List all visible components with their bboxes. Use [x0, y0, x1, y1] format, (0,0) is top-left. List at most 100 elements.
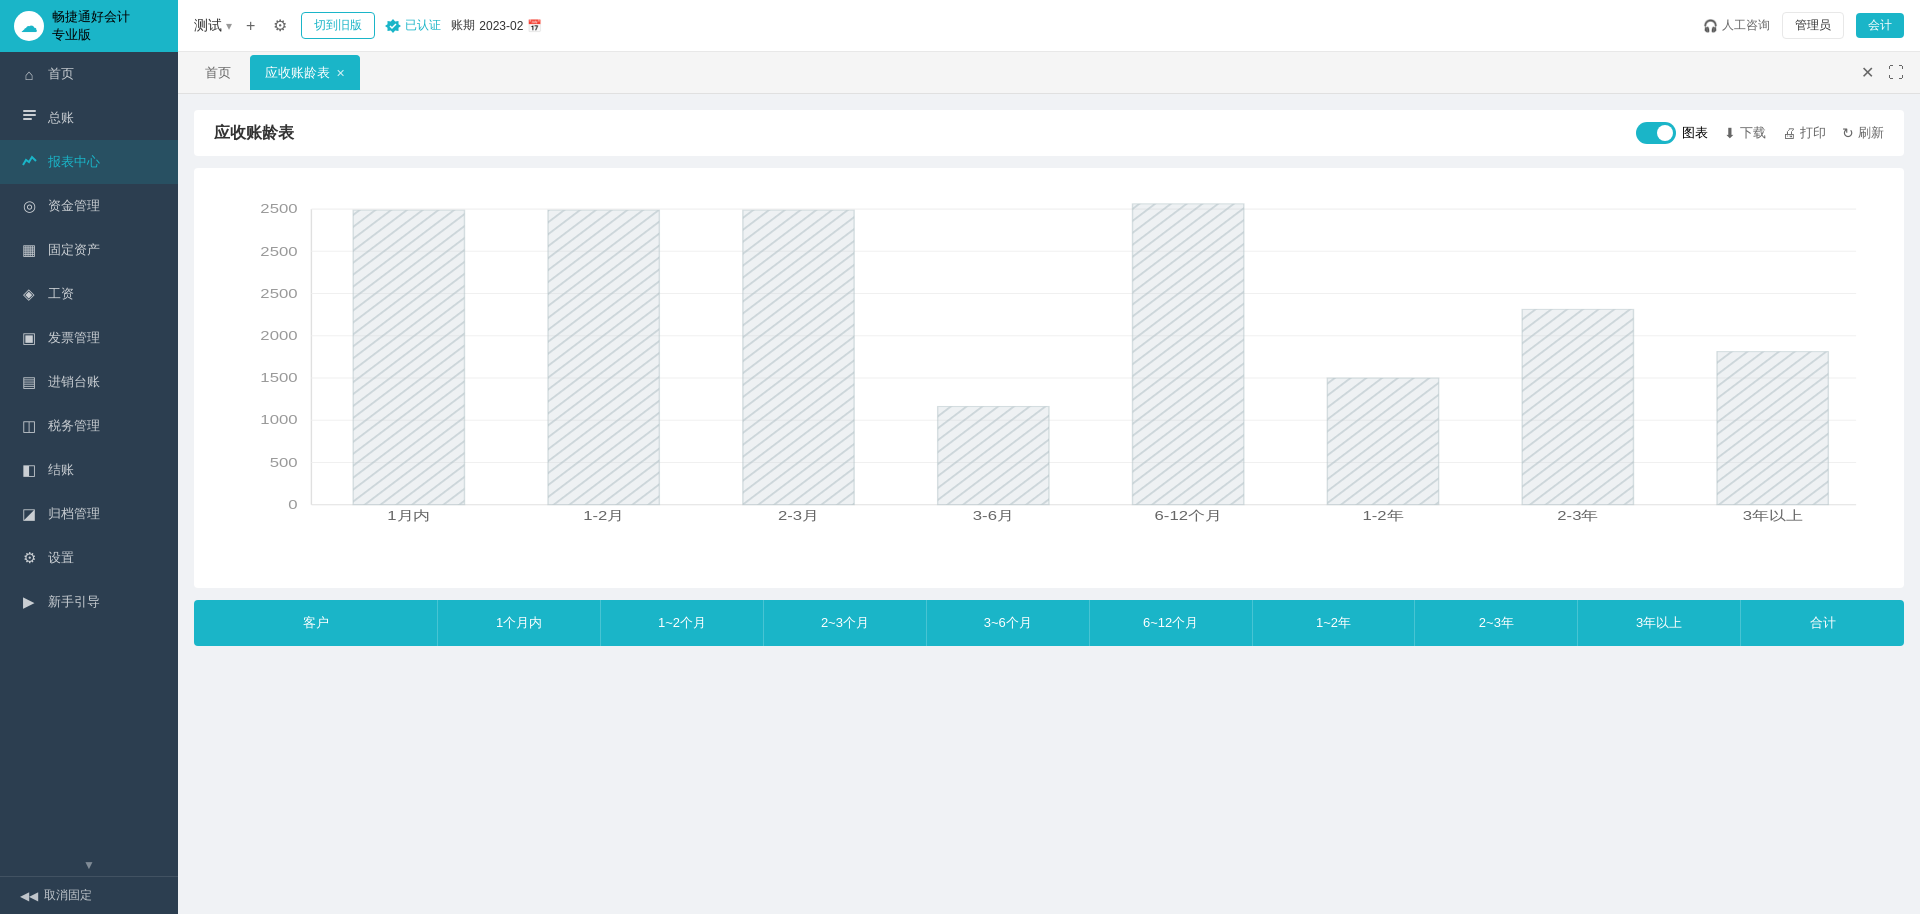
refresh-icon: ↻ — [1842, 125, 1854, 141]
col-1-2month: 1~2个月 — [601, 600, 764, 646]
sidebar-item-tax[interactable]: ◫ 税务管理 — [0, 404, 178, 448]
page-actions: 图表 ⬇ 下载 🖨 打印 ↻ 刷新 — [1636, 122, 1884, 144]
home-icon: ⌂ — [20, 66, 38, 83]
settings-button[interactable]: ⚙ — [269, 12, 291, 39]
svg-rect-0 — [23, 110, 36, 112]
print-button[interactable]: 🖨 打印 — [1782, 124, 1826, 142]
sidebar-item-label: 固定资产 — [48, 241, 100, 259]
sidebar-nav: ⌂ 首页 总账 报表中心 ◎ 资金管理 — [0, 52, 178, 854]
page-header: 应收账龄表 图表 ⬇ 下载 🖨 打印 ↻ — [194, 110, 1904, 156]
scroll-down-indicator[interactable]: ▼ — [0, 854, 178, 876]
col-3year-plus: 3年以上 — [1578, 600, 1741, 646]
sidebar-item-assets[interactable]: ▦ 固定资产 — [0, 228, 178, 272]
role-button[interactable]: 会计 — [1856, 13, 1904, 38]
period-value: 2023-02 — [479, 19, 523, 33]
svg-text:1-2月: 1-2月 — [583, 509, 624, 523]
svg-text:2500: 2500 — [260, 202, 297, 216]
refresh-button[interactable]: ↻ 刷新 — [1842, 124, 1884, 142]
close-window-button[interactable]: ✕ — [1857, 59, 1878, 86]
sidebar-item-label: 报表中心 — [48, 153, 100, 171]
headset-icon: 🎧 — [1703, 19, 1718, 33]
col-1-2year: 1~2年 — [1253, 600, 1416, 646]
download-label: 下载 — [1740, 124, 1766, 142]
tab-aging[interactable]: 应收账龄表 ✕ — [250, 55, 360, 90]
tab-home[interactable]: 首页 — [190, 55, 246, 90]
maximize-window-button[interactable]: ⛶ — [1884, 59, 1908, 86]
page-container: 应收账龄表 图表 ⬇ 下载 🖨 打印 ↻ — [178, 94, 1920, 914]
bar-2-3month — [743, 210, 854, 505]
sidebar-item-guide[interactable]: ▶ 新手引导 — [0, 580, 178, 624]
company-dropdown-arrow: ▾ — [226, 19, 232, 33]
col-1month: 1个月内 — [438, 600, 601, 646]
sidebar-item-label: 资金管理 — [48, 197, 100, 215]
sidebar-item-label: 结账 — [48, 461, 74, 479]
invoice-icon: ▣ — [20, 329, 38, 347]
bar-chart: 2500 2500 2500 2000 1500 1000 500 0 — [214, 188, 1884, 568]
sidebar-item-label: 进销台账 — [48, 373, 100, 391]
sidebar-item-label: 税务管理 — [48, 417, 100, 435]
scroll-down-arrow: ▼ — [83, 858, 95, 872]
payroll-icon: ◈ — [20, 285, 38, 303]
period-display: 账期 2023-02 📅 — [451, 17, 542, 34]
service-button[interactable]: 🎧 人工咨询 — [1703, 17, 1770, 34]
sidebar-item-label: 发票管理 — [48, 329, 100, 347]
calendar-icon[interactable]: 📅 — [527, 19, 542, 33]
table-container: 客户 1个月内 1~2个月 2~3个月 3~6个月 6~12个月 1~2年 2~… — [194, 600, 1904, 646]
sidebar-item-sales[interactable]: ▤ 进销台账 — [0, 360, 178, 404]
topbar: 测试 ▾ + ⚙ 切到旧版 已认证 账期 2023-02 📅 🎧 人工咨询 管理… — [178, 0, 1920, 52]
svg-text:2000: 2000 — [260, 329, 297, 343]
bar-2-3year — [1522, 309, 1633, 504]
content-area: 应收账龄表 图表 ⬇ 下载 🖨 打印 ↻ — [178, 94, 1920, 914]
svg-text:6-12个月: 6-12个月 — [1155, 509, 1222, 523]
cancel-fixed-label: 取消固定 — [44, 887, 92, 904]
svg-text:1-2年: 1-2年 — [1362, 509, 1403, 523]
sidebar-item-reports[interactable]: 报表中心 — [0, 140, 178, 184]
chart-toggle-label: 图表 — [1682, 124, 1708, 142]
sidebar-item-ledger[interactable]: 总账 — [0, 96, 178, 140]
sales-icon: ▤ — [20, 373, 38, 391]
svg-text:500: 500 — [270, 456, 298, 470]
svg-rect-2 — [23, 118, 32, 120]
switch-old-version-button[interactable]: 切到旧版 — [301, 12, 375, 39]
chart-container: 2500 2500 2500 2000 1500 1000 500 0 — [194, 168, 1904, 588]
download-icon: ⬇ — [1724, 125, 1736, 141]
sidebar-item-invoice[interactable]: ▣ 发票管理 — [0, 316, 178, 360]
sidebar-item-payroll[interactable]: ◈ 工资 — [0, 272, 178, 316]
refresh-label: 刷新 — [1858, 124, 1884, 142]
bar-1month — [353, 210, 464, 505]
sidebar-logo: ☁ 畅捷通好会计 专业版 — [0, 0, 178, 52]
svg-text:2-3月: 2-3月 — [778, 509, 819, 523]
add-company-button[interactable]: + — [242, 13, 259, 39]
tab-home-label: 首页 — [205, 64, 231, 82]
user-button[interactable]: 管理员 — [1782, 12, 1844, 39]
settings-icon: ⚙ — [20, 549, 38, 567]
print-icon: 🖨 — [1782, 125, 1796, 141]
col-3-6month: 3~6个月 — [927, 600, 1090, 646]
tab-close-icon[interactable]: ✕ — [336, 67, 345, 80]
sidebar-item-home[interactable]: ⌂ 首页 — [0, 52, 178, 96]
sidebar-item-capital[interactable]: ◎ 资金管理 — [0, 184, 178, 228]
print-label: 打印 — [1800, 124, 1826, 142]
page-title: 应收账龄表 — [214, 123, 294, 144]
col-customer: 客户 — [194, 600, 438, 646]
bar-1-2year — [1327, 378, 1438, 505]
logo-name: 畅捷通好会计 — [52, 8, 130, 26]
topbar-right: 🎧 人工咨询 管理员 会计 — [1703, 12, 1904, 39]
company-selector[interactable]: 测试 ▾ — [194, 17, 232, 35]
sidebar-item-label: 首页 — [48, 65, 74, 83]
col-total: 合计 — [1741, 600, 1904, 646]
chart-toggle[interactable] — [1636, 122, 1676, 144]
sidebar-item-settings[interactable]: ⚙ 设置 — [0, 536, 178, 580]
sidebar-item-closing[interactable]: ◧ 结账 — [0, 448, 178, 492]
tax-icon: ◫ — [20, 417, 38, 435]
cancel-fixed-btn[interactable]: ◀◀ 取消固定 — [0, 876, 178, 914]
svg-text:2500: 2500 — [260, 244, 297, 258]
col-2-3month: 2~3个月 — [764, 600, 927, 646]
service-label: 人工咨询 — [1722, 17, 1770, 34]
svg-text:2500: 2500 — [260, 287, 297, 301]
download-button[interactable]: ⬇ 下载 — [1724, 124, 1766, 142]
main-area: 测试 ▾ + ⚙ 切到旧版 已认证 账期 2023-02 📅 🎧 人工咨询 管理… — [178, 0, 1920, 914]
sidebar-item-archive[interactable]: ◪ 归档管理 — [0, 492, 178, 536]
table-header: 客户 1个月内 1~2个月 2~3个月 3~6个月 6~12个月 1~2年 2~… — [194, 600, 1904, 646]
chart-toggle-wrap: 图表 — [1636, 122, 1708, 144]
